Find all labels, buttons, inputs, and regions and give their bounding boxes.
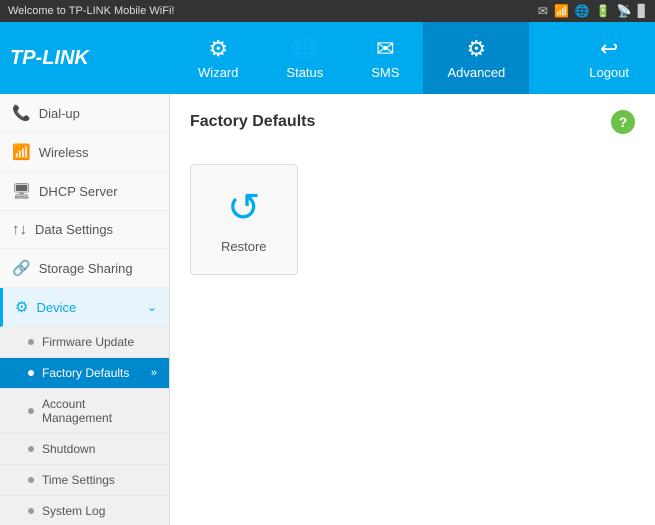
restore-box[interactable]: ↺ Restore (190, 164, 298, 275)
submenu-firmware-label: Firmware Update (42, 335, 134, 349)
submenu-dot-shutdown (28, 446, 34, 452)
chevron-down-icon: ⌄ (147, 300, 157, 314)
submenu-dot-factory (28, 370, 34, 376)
submenu-system-log[interactable]: System Log (0, 496, 169, 525)
globe-status-icon: 🌐 (575, 4, 590, 18)
sidebar-wireless-label: Wireless (39, 145, 89, 160)
nav-wizard[interactable]: ⚙ Wizard (174, 22, 262, 94)
submenu-account-management[interactable]: Account Management (0, 389, 169, 434)
page-title: Factory Defaults (190, 113, 315, 131)
nav-status-label: Status (286, 65, 323, 80)
bars-status-icon: ▊ (638, 4, 647, 18)
nav-logout[interactable]: ↩ Logout (573, 28, 645, 88)
email-status-icon: ✉ (538, 4, 548, 18)
sidebar-item-data-settings[interactable]: ↑↓ Data Settings (0, 211, 169, 249)
content-area: Factory Defaults ? ↺ Restore (170, 94, 655, 525)
logo: TP-LINK (10, 47, 130, 70)
status-icons: ✉ 📶 🌐 🔋 📡 ▊ (538, 4, 647, 18)
status-bar: Welcome to TP-LINK Mobile WiFi! ✉ 📶 🌐 🔋 … (0, 0, 655, 22)
dhcp-icon: 🖥 (12, 182, 31, 200)
battery-status-icon: 🔋 (596, 4, 611, 18)
help-button[interactable]: ? (611, 110, 635, 134)
sidebar-submenu: Firmware Update Factory Defaults » Accou… (0, 327, 169, 525)
storage-sharing-icon: 🔗 (12, 259, 31, 277)
wireless-icon: 📶 (12, 143, 31, 161)
submenu-time-label: Time Settings (42, 473, 115, 487)
sidebar-device-label: Device (36, 300, 76, 315)
sidebar-dhcp-label: DHCP Server (39, 184, 118, 199)
submenu-dot-account (28, 408, 34, 414)
submenu-factory-label: Factory Defaults (42, 366, 129, 380)
sidebar-item-dialup[interactable]: 📞 Dial-up (0, 94, 169, 133)
nav-advanced-label: Advanced (447, 65, 505, 80)
nav-sms-label: SMS (371, 65, 399, 80)
submenu-dot-time (28, 477, 34, 483)
sms-icon: ✉ (376, 36, 394, 62)
signal-status-icon: 📶 (554, 4, 569, 18)
sidebar-item-dhcp[interactable]: 🖥 DHCP Server (0, 172, 169, 211)
nav-items: ⚙ Wizard 🌐 Status ✉ SMS ⚙ Advanced (130, 22, 573, 94)
submenu-dot-firmware (28, 339, 34, 345)
submenu-shutdown[interactable]: Shutdown (0, 434, 169, 465)
nav-wizard-label: Wizard (198, 65, 238, 80)
status-bar-title: Welcome to TP-LINK Mobile WiFi! (8, 5, 174, 17)
sidebar-item-wireless[interactable]: 📶 Wireless (0, 133, 169, 172)
nav-status[interactable]: 🌐 Status (262, 22, 347, 94)
wizard-icon: ⚙ (208, 36, 228, 62)
submenu-shutdown-label: Shutdown (42, 442, 95, 456)
sidebar-item-storage-sharing[interactable]: 🔗 Storage Sharing (0, 249, 169, 288)
nav-advanced[interactable]: ⚙ Advanced (423, 22, 529, 94)
device-icon: ⚙ (15, 298, 28, 316)
sidebar-dialup-label: Dial-up (39, 106, 80, 121)
wifi-status-icon: 📡 (617, 4, 632, 18)
main-layout: 📞 Dial-up 📶 Wireless 🖥 DHCP Server ↑↓ Da… (0, 94, 655, 525)
restore-label: Restore (221, 239, 267, 254)
submenu-factory-defaults[interactable]: Factory Defaults » (0, 358, 169, 389)
sidebar-storage-sharing-label: Storage Sharing (39, 261, 133, 276)
submenu-syslog-label: System Log (42, 504, 105, 518)
content-header: Factory Defaults ? (190, 110, 635, 134)
submenu-time-settings[interactable]: Time Settings (0, 465, 169, 496)
sidebar-item-device[interactable]: ⚙ Device ⌄ (0, 288, 169, 327)
advanced-icon: ⚙ (466, 36, 486, 62)
logout-icon: ↩ (600, 36, 618, 62)
status-icon: 🌐 (291, 36, 318, 62)
submenu-firmware-update[interactable]: Firmware Update (0, 327, 169, 358)
data-settings-icon: ↑↓ (12, 221, 27, 238)
dialup-icon: 📞 (12, 104, 31, 122)
submenu-arrow-icon: » (151, 367, 157, 379)
sidebar: 📞 Dial-up 📶 Wireless 🖥 DHCP Server ↑↓ Da… (0, 94, 170, 525)
nav-logout-label: Logout (589, 65, 629, 80)
nav-sms[interactable]: ✉ SMS (347, 22, 423, 94)
sidebar-data-settings-label: Data Settings (35, 222, 113, 237)
submenu-account-label: Account Management (42, 397, 157, 425)
submenu-dot-syslog (28, 508, 34, 514)
navbar: TP-LINK ⚙ Wizard 🌐 Status ✉ SMS ⚙ Advanc… (0, 22, 655, 94)
restore-icon: ↺ (227, 185, 261, 231)
